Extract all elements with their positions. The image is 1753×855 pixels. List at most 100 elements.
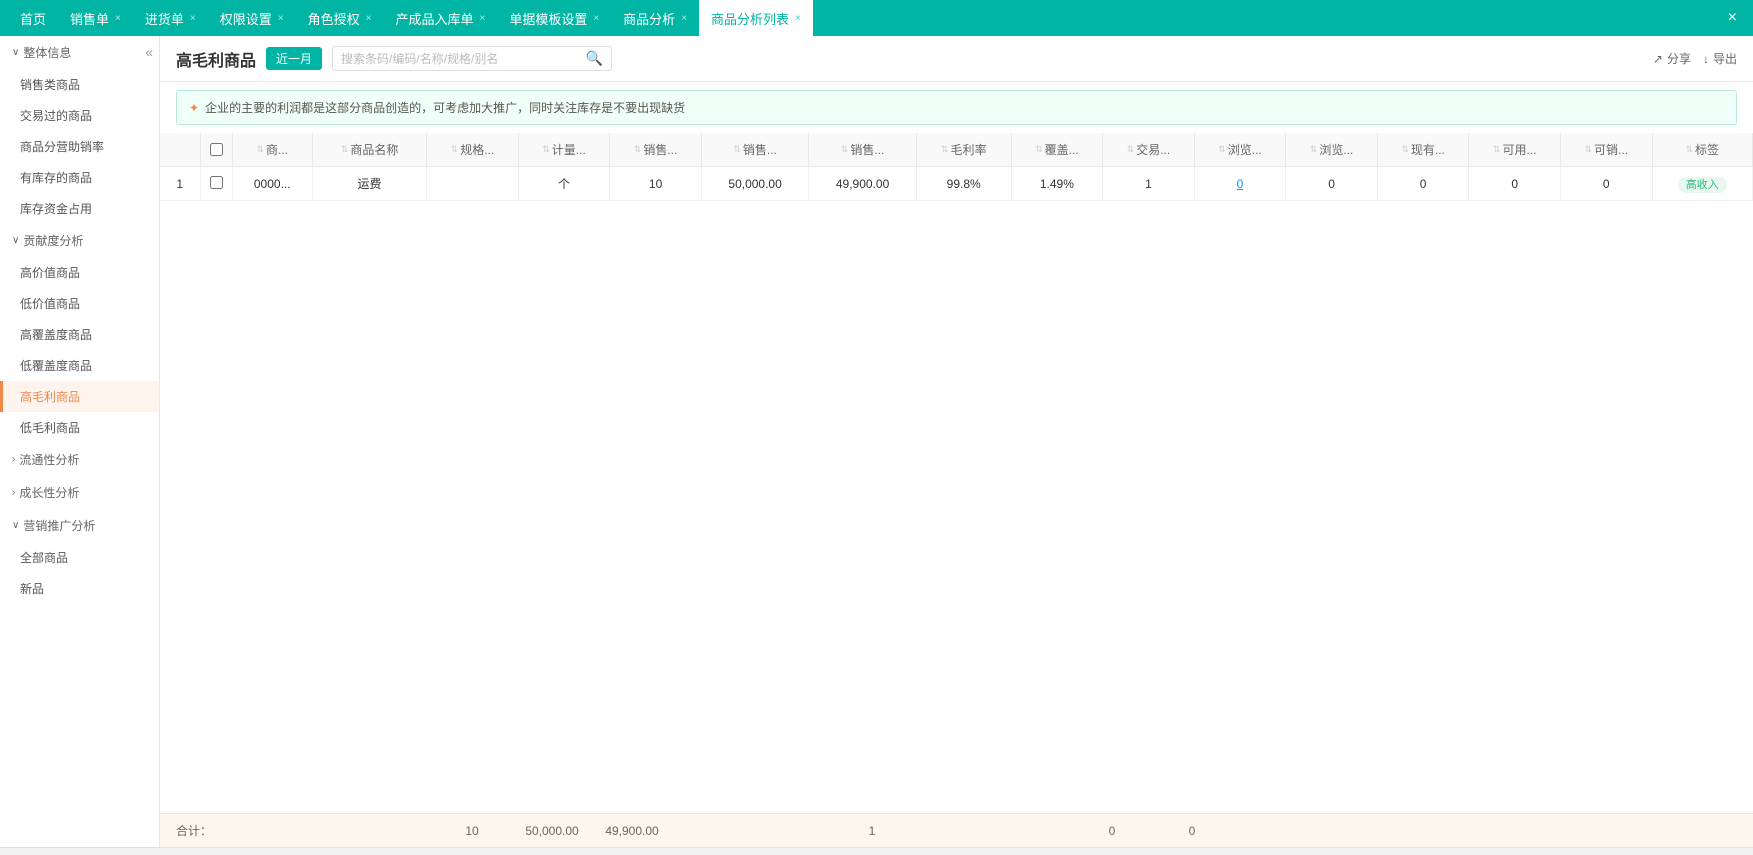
table-container: ⇅ 商... ⇅ 商品名称 ⇅ (160, 133, 1753, 847)
nav-product-inbound[interactable]: 产成品入库单 × (383, 0, 497, 36)
sidebar-item-new-products[interactable]: 新品 (0, 573, 159, 604)
nav-permission-settings[interactable]: 权限设置 × (208, 0, 296, 36)
close-icon[interactable]: × (681, 13, 687, 24)
col-sellable: ⇅ 可销... (1560, 133, 1652, 167)
time-filter-button[interactable]: 近一月 (266, 47, 322, 70)
sidebar-item-low-margin[interactable]: 低毛利商品 (0, 412, 159, 443)
chevron-right-icon: › (12, 454, 15, 465)
select-all-checkbox[interactable] (210, 143, 223, 156)
col-check (200, 133, 232, 167)
col-sort-icon: ⇅ (542, 144, 550, 155)
row-checkbox[interactable] (210, 176, 223, 189)
close-icon[interactable]: × (115, 13, 121, 24)
nav-sales-order[interactable]: 销售单 × (58, 0, 133, 36)
col-sort-icon: ⇅ (1310, 144, 1318, 155)
chevron-down-icon: ∨ (12, 235, 19, 246)
horizontal-scrollbar[interactable] (0, 847, 1753, 855)
col-sort-icon: ⇅ (451, 144, 459, 155)
search-box: 🔍 (332, 46, 612, 71)
cell-unit: 个 (518, 167, 610, 201)
search-input[interactable] (341, 52, 586, 66)
footer-sales-qty: 10 (432, 824, 512, 838)
sidebar-group-overall[interactable]: ∨ 整体信息 (0, 36, 159, 69)
sidebar-item-sales-products[interactable]: 销售类商品 (0, 69, 159, 100)
cell-browse1[interactable]: 0 (1194, 167, 1286, 201)
search-icon[interactable]: 🔍 (586, 50, 603, 67)
nav-home[interactable]: 首页 (8, 0, 58, 36)
col-code: ⇅ 商... (232, 133, 312, 167)
chevron-right-icon: › (12, 487, 15, 498)
export-button[interactable]: ↓ 导出 (1703, 50, 1737, 67)
col-coverage: ⇅ 覆盖... (1011, 133, 1103, 167)
col-sort-icon: ⇅ (341, 144, 349, 155)
sidebar-item-assist-rate[interactable]: 商品分营助销率 (0, 131, 159, 162)
share-icon: ↗ (1653, 52, 1663, 66)
footer-label: 合计： (176, 822, 212, 839)
tag-badge: 高收入 (1678, 177, 1727, 193)
sidebar-item-low-value[interactable]: 低价值商品 (0, 288, 159, 319)
cell-available: 0 (1469, 167, 1561, 201)
close-icon[interactable]: × (366, 13, 372, 24)
col-index (160, 133, 200, 167)
col-stock: ⇅ 现有... (1377, 133, 1469, 167)
col-trade: ⇅ 交易... (1103, 133, 1195, 167)
cell-spec (427, 167, 519, 201)
nav-purchase-order[interactable]: 进货单 × (133, 0, 208, 36)
col-sort-icon: ⇅ (256, 144, 264, 155)
close-icon[interactable]: × (795, 13, 801, 24)
close-icon[interactable]: × (479, 13, 485, 24)
cell-trade: 1 (1103, 167, 1195, 201)
nav-role-auth[interactable]: 角色授权 × (296, 0, 384, 36)
col-sort-icon: ⇅ (941, 144, 949, 155)
tip-icon: ✦ (189, 101, 199, 115)
sidebar-item-low-coverage[interactable]: 低覆盖度商品 (0, 350, 159, 381)
table-header-row: ⇅ 商... ⇅ 商品名称 ⇅ (160, 133, 1753, 167)
col-sort-icon: ⇅ (1127, 144, 1135, 155)
main-layout: « ∨ 整体信息 销售类商品 交易过的商品 商品分营助销率 有库存的商品 库存资… (0, 36, 1753, 847)
header-actions: ↗ 分享 ↓ 导出 (1653, 50, 1737, 67)
cell-name: 运费 (312, 167, 426, 201)
cell-coverage: 1.49% (1011, 167, 1103, 201)
col-sort-icon: ⇅ (1035, 144, 1043, 155)
sidebar-collapse-button[interactable]: « (145, 44, 153, 60)
close-icon[interactable]: × (593, 13, 599, 24)
nav-product-analysis-list[interactable]: 商品分析列表 × (699, 0, 813, 36)
footer-stock: 0 (1072, 824, 1152, 838)
col-available: ⇅ 可用... (1469, 133, 1561, 167)
close-icon[interactable]: × (190, 13, 196, 24)
col-sales-profit: ⇅ 销售... (809, 133, 916, 167)
nav-product-analysis[interactable]: 商品分析 × (611, 0, 699, 36)
sidebar-group-liquidity[interactable]: › 流通性分析 (0, 443, 159, 476)
cell-index: 1 (160, 167, 200, 201)
sidebar-item-all-products[interactable]: 全部商品 (0, 542, 159, 573)
info-banner: ✦ 企业的主要的利润都是这部分商品创造的，可考虑加大推广，同时关注库存是不要出现… (176, 90, 1737, 125)
cell-check[interactable] (200, 167, 232, 201)
col-name: ⇅ 商品名称 (312, 133, 426, 167)
col-sort-icon: ⇅ (1685, 144, 1693, 155)
sidebar: « ∨ 整体信息 销售类商品 交易过的商品 商品分营助销率 有库存的商品 库存资… (0, 36, 160, 847)
product-table: ⇅ 商... ⇅ 商品名称 ⇅ (160, 133, 1753, 201)
sidebar-item-high-value[interactable]: 高价值商品 (0, 257, 159, 288)
nav-template-settings[interactable]: 单据模板设置 × (497, 0, 611, 36)
close-icon[interactable]: × (278, 13, 284, 24)
col-tag: ⇅ 标签 (1652, 133, 1752, 167)
browse1-link[interactable]: 0 (1237, 177, 1244, 191)
col-sort-icon: ⇅ (733, 144, 741, 155)
sidebar-item-high-coverage[interactable]: 高覆盖度商品 (0, 319, 159, 350)
sidebar-item-stock-capital[interactable]: 库存资金占用 (0, 193, 159, 224)
cell-browse2: 0 (1286, 167, 1378, 201)
sidebar-group-growth[interactable]: › 成长性分析 (0, 476, 159, 509)
cell-gross-margin: 99.8% (916, 167, 1011, 201)
sidebar-group-contribution[interactable]: ∨ 贡献度分析 (0, 224, 159, 257)
footer-available: 0 (1152, 824, 1232, 838)
chevron-down-icon: ∨ (12, 47, 19, 58)
window-close-icon[interactable]: × (1720, 9, 1745, 27)
sidebar-item-traded-products[interactable]: 交易过的商品 (0, 100, 159, 131)
col-sort-icon: ⇅ (1401, 144, 1409, 155)
cell-sellable: 0 (1560, 167, 1652, 201)
table-row: 1 0000... 运费 个 10 50,000.00 49,900.00 99… (160, 167, 1753, 201)
sidebar-item-high-margin[interactable]: 高毛利商品 (0, 381, 159, 412)
share-button[interactable]: ↗ 分享 (1653, 50, 1691, 67)
sidebar-item-in-stock-products[interactable]: 有库存的商品 (0, 162, 159, 193)
sidebar-group-marketing[interactable]: ∨ 营销推广分析 (0, 509, 159, 542)
